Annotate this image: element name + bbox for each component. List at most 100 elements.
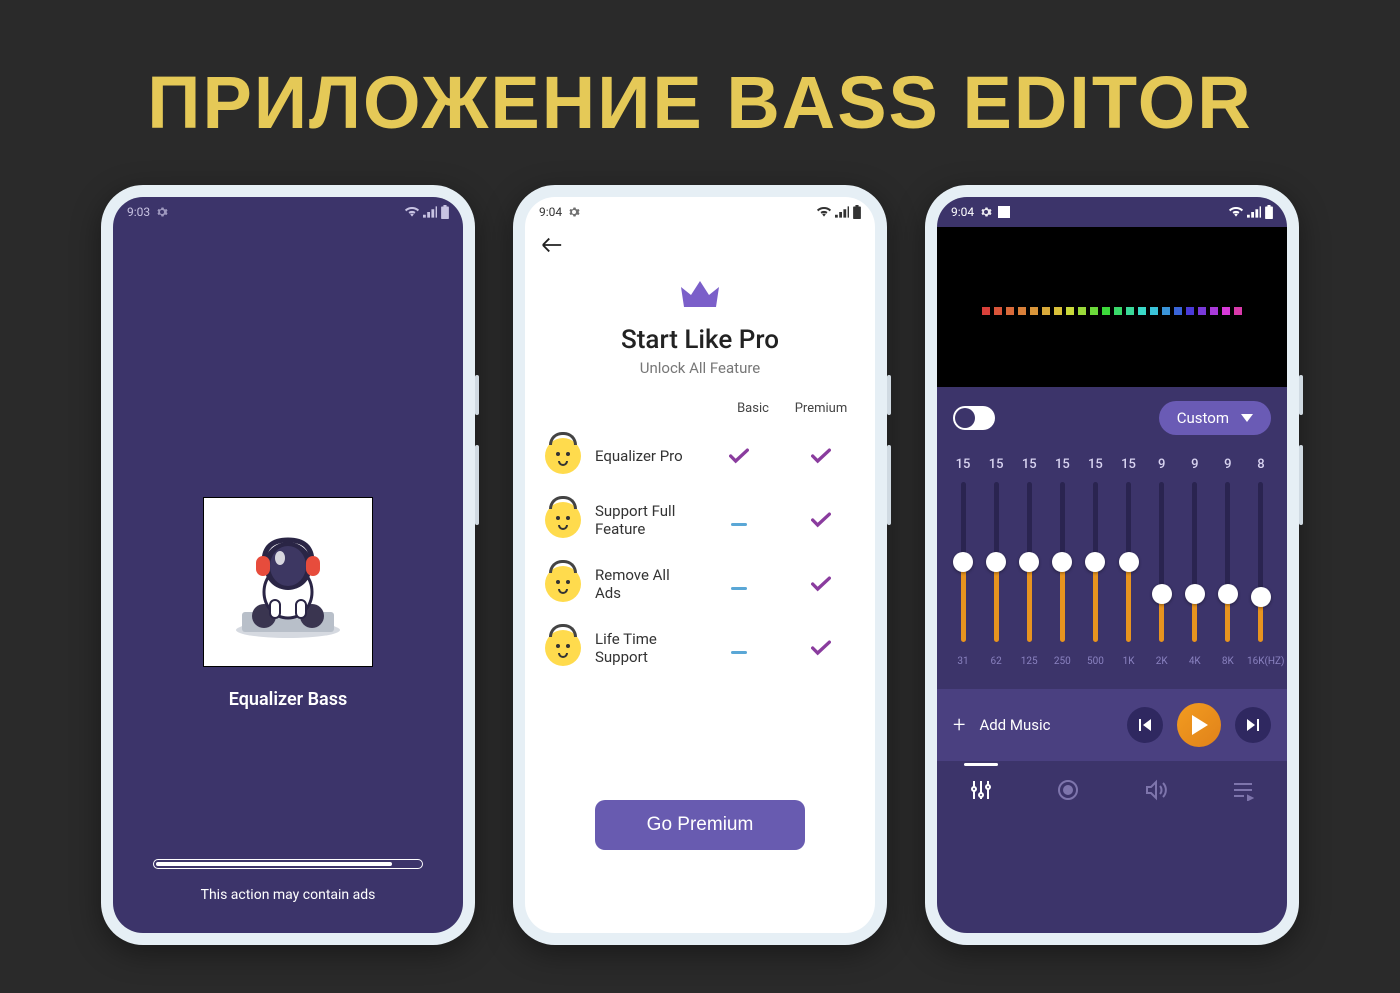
chevron-down-icon: [1241, 414, 1253, 422]
eq-freq-label: 62: [982, 656, 1010, 667]
tab-equalizer[interactable]: [970, 779, 992, 801]
page-headline: ПРИЛОЖЕНИЕ BASS EDITOR: [0, 60, 1400, 145]
prev-button[interactable]: [1127, 707, 1163, 743]
eq-value: 9: [1148, 457, 1176, 472]
status-bar: 9:03: [113, 197, 463, 227]
eq-slider[interactable]: [982, 482, 1010, 642]
crown-icon: [680, 281, 720, 315]
dash-icon: [731, 651, 747, 654]
wifi-icon: [817, 206, 831, 218]
sliders-icon: [970, 779, 992, 801]
tab-playlist[interactable]: [1232, 779, 1254, 801]
viz-bar: [1234, 307, 1242, 315]
eq-value: 15: [1081, 457, 1109, 472]
signal-icon: [423, 206, 437, 218]
phone-frame-splash: 9:03: [101, 185, 475, 945]
viz-bar: [1090, 307, 1098, 315]
eq-value: 8: [1247, 457, 1275, 472]
phone-frame-equalizer: 9:04 Custom: [925, 185, 1299, 945]
add-music-label[interactable]: Add Music: [979, 716, 1113, 734]
premium-subtitle: Unlock All Feature: [525, 359, 875, 377]
feature-icon: [545, 438, 581, 474]
eq-slider[interactable]: [1148, 482, 1176, 642]
eq-slider[interactable]: [949, 482, 977, 642]
status-bar: 9:04: [525, 197, 875, 227]
eq-freq-label: 500: [1081, 656, 1109, 667]
app-logo: [203, 497, 373, 667]
eq-value: 15: [1048, 457, 1076, 472]
viz-bar: [1042, 307, 1050, 315]
play-button[interactable]: [1177, 703, 1221, 747]
viz-bar: [1054, 307, 1062, 315]
eq-freq-label: 250: [1048, 656, 1076, 667]
next-button[interactable]: [1235, 707, 1271, 743]
eq-value: 9: [1214, 457, 1242, 472]
eq-slider[interactable]: [1081, 482, 1109, 642]
ads-notice: This action may contain ads: [201, 887, 376, 903]
back-button[interactable]: [525, 227, 875, 267]
column-premium: Premium: [787, 401, 855, 416]
preset-label: Custom: [1177, 409, 1229, 427]
eq-value: 9: [1181, 457, 1209, 472]
eq-slider[interactable]: [1048, 482, 1076, 642]
viz-bar: [1150, 307, 1158, 315]
viz-bar: [1114, 307, 1122, 315]
go-premium-button[interactable]: Go Premium: [595, 800, 805, 850]
square-icon: [998, 206, 1010, 218]
check-icon: [811, 512, 831, 528]
viz-bar: [1078, 307, 1086, 315]
viz-bar: [1174, 307, 1182, 315]
viz-bar: [1006, 307, 1014, 315]
battery-icon: [441, 205, 449, 219]
tab-effects[interactable]: [1057, 779, 1079, 801]
check-icon: [811, 640, 831, 656]
column-basic: Basic: [719, 401, 787, 416]
feature-premium-cell: [787, 640, 855, 656]
eq-slider[interactable]: [1181, 482, 1209, 642]
feature-row: Remove All Ads: [525, 552, 875, 616]
signal-icon: [835, 206, 849, 218]
feature-label: Life Time Support: [595, 630, 691, 666]
feature-icon: [545, 566, 581, 602]
eq-toggle[interactable]: [953, 406, 995, 430]
status-time: 9:04: [539, 205, 562, 219]
feature-basic-cell: [705, 515, 773, 526]
playlist-icon: [1232, 779, 1254, 801]
check-icon: [811, 448, 831, 464]
feature-basic-cell: [705, 448, 773, 464]
signal-icon: [1247, 206, 1261, 218]
eq-slider[interactable]: [1015, 482, 1043, 642]
eq-freq-label: 4K: [1181, 656, 1209, 667]
eq-freq-label: 31: [949, 656, 977, 667]
eq-slider[interactable]: [1115, 482, 1143, 642]
eq-value: 15: [982, 457, 1010, 472]
wifi-icon: [405, 206, 419, 218]
loading-progress: [153, 859, 423, 869]
feature-row: Life Time Support: [525, 616, 875, 680]
eq-freq-label: 8K: [1214, 656, 1242, 667]
phone-frame-premium: 9:04 Start Like Pro Unlock All Feature: [513, 185, 887, 945]
viz-bar: [1030, 307, 1038, 315]
eq-slider[interactable]: [1214, 482, 1242, 642]
visualizer: [937, 227, 1287, 387]
check-icon: [729, 448, 749, 464]
add-music-icon[interactable]: +: [953, 713, 965, 738]
premium-title: Start Like Pro: [525, 325, 875, 355]
feature-premium-cell: [787, 448, 855, 464]
check-icon: [811, 576, 831, 592]
eq-value: 15: [1015, 457, 1043, 472]
tab-volume[interactable]: [1145, 779, 1167, 801]
gear-icon: [568, 206, 580, 218]
feature-premium-cell: [787, 576, 855, 592]
viz-bar: [1018, 307, 1026, 315]
feature-premium-cell: [787, 512, 855, 528]
arrow-left-icon: [541, 237, 563, 253]
eq-slider[interactable]: [1247, 482, 1275, 642]
wifi-icon: [1229, 206, 1243, 218]
eq-freq-label: 125: [1015, 656, 1043, 667]
dash-icon: [731, 523, 747, 526]
status-bar: 9:04: [937, 197, 1287, 227]
viz-bar: [1126, 307, 1134, 315]
viz-bar: [1102, 307, 1110, 315]
preset-dropdown[interactable]: Custom: [1159, 401, 1271, 435]
